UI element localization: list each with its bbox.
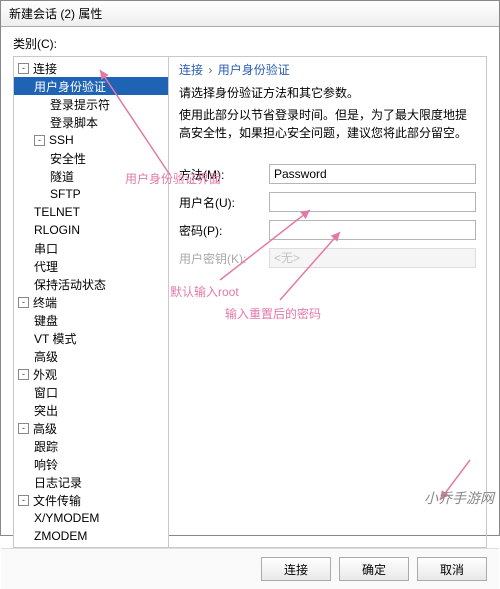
chevron-right-icon: › — [208, 63, 212, 77]
tree-tunnel[interactable]: 隧道 — [14, 167, 168, 185]
tree-ssh[interactable]: -SSH — [14, 131, 168, 149]
row-userkey: 用户密钥(K): <无> — [179, 248, 476, 268]
tree-label: VT 模式 — [34, 330, 76, 347]
tree-label: 响铃 — [34, 456, 58, 473]
tree-label: 键盘 — [34, 312, 58, 329]
tree-label: ZMODEM — [34, 529, 87, 543]
description-1: 请选择身份验证方法和其它参数。 — [179, 84, 476, 102]
tree-label: 跟踪 — [34, 438, 58, 455]
tree-label: 窗口 — [34, 384, 58, 401]
tree-advanced2[interactable]: -高级 — [14, 419, 168, 437]
userkey-select: <无> — [269, 248, 476, 268]
tree-label: 日志记录 — [34, 474, 82, 491]
main-row: -连接 用户身份验证 登录提示符 登录脚本 -SSH 安全性 隧道 SFTP T… — [13, 56, 487, 548]
tree-serial[interactable]: 串口 — [14, 239, 168, 257]
userkey-label: 用户密钥(K): — [179, 250, 269, 267]
tree-appearance[interactable]: -外观 — [14, 365, 168, 383]
tree-label: 登录提示符 — [50, 96, 110, 113]
row-password: 密码(P): — [179, 220, 476, 240]
tree-sftp[interactable]: SFTP — [14, 185, 168, 203]
tree-label: 突出 — [34, 402, 58, 419]
tree-label: SFTP — [50, 187, 81, 201]
dialog-content: 类别(C): -连接 用户身份验证 登录提示符 登录脚本 -SSH 安全性 隧道… — [1, 27, 499, 548]
properties-dialog: 新建会话 (2) 属性 类别(C): -连接 用户身份验证 登录提示符 登录脚本… — [0, 0, 500, 536]
method-select[interactable]: Password — [269, 164, 476, 184]
tree-proxy[interactable]: 代理 — [14, 257, 168, 275]
tree-label: 登录脚本 — [50, 114, 98, 131]
tree-trace[interactable]: 跟踪 — [14, 437, 168, 455]
tree-label: 安全性 — [50, 150, 86, 167]
breadcrumb-current: 用户身份验证 — [218, 63, 290, 77]
tree-vt-mode[interactable]: VT 模式 — [14, 329, 168, 347]
tree-logging[interactable]: 日志记录 — [14, 473, 168, 491]
tree-rlogin[interactable]: RLOGIN — [14, 221, 168, 239]
collapse-icon[interactable]: - — [18, 369, 29, 380]
username-label: 用户名(U): — [179, 194, 269, 211]
tree-bell[interactable]: 响铃 — [14, 455, 168, 473]
tree-login-script[interactable]: 登录脚本 — [14, 113, 168, 131]
username-input[interactable] — [269, 192, 476, 212]
collapse-icon[interactable]: - — [34, 135, 45, 146]
tree-file-transfer[interactable]: -文件传输 — [14, 491, 168, 509]
tree-label: 高级 — [33, 420, 57, 437]
category-label: 类别(C): — [13, 35, 487, 52]
description-2: 使用此部分以节省登录时间。但是，为了最大限度地提高安全性，如果担心安全问题，建议… — [179, 106, 476, 142]
tree-label: 代理 — [34, 258, 58, 275]
tree-xymodem[interactable]: X/YMODEM — [14, 509, 168, 527]
collapse-icon[interactable]: - — [18, 63, 29, 74]
tree-label: 高级 — [34, 348, 58, 365]
tree-label: RLOGIN — [34, 223, 80, 237]
tree-window[interactable]: 窗口 — [14, 383, 168, 401]
dialog-titlebar: 新建会话 (2) 属性 — [1, 1, 499, 27]
password-input[interactable] — [269, 220, 476, 240]
breadcrumb-root[interactable]: 连接 — [179, 63, 203, 77]
row-method: 方法(M): Password — [179, 164, 476, 184]
category-tree[interactable]: -连接 用户身份验证 登录提示符 登录脚本 -SSH 安全性 隧道 SFTP T… — [14, 57, 169, 547]
tree-label: 用户身份验证 — [34, 78, 106, 95]
collapse-icon[interactable]: - — [18, 297, 29, 308]
tree-highlight[interactable]: 突出 — [14, 401, 168, 419]
tree-label: SSH — [49, 133, 74, 147]
method-label: 方法(M): — [179, 166, 269, 183]
connect-button[interactable]: 连接 — [261, 557, 331, 581]
tree-connection[interactable]: -连接 — [14, 59, 168, 77]
tree-label: 终端 — [33, 294, 57, 311]
tree-telnet[interactable]: TELNET — [14, 203, 168, 221]
tree-label: X/YMODEM — [34, 511, 99, 525]
tree-label: 保持活动状态 — [34, 276, 106, 293]
tree-user-auth[interactable]: 用户身份验证 — [14, 77, 168, 95]
collapse-icon[interactable]: - — [18, 495, 29, 506]
tree-label: 外观 — [33, 366, 57, 383]
tree-label: 隧道 — [50, 168, 74, 185]
tree-keepalive[interactable]: 保持活动状态 — [14, 275, 168, 293]
tree-keyboard[interactable]: 键盘 — [14, 311, 168, 329]
row-username: 用户名(U): — [179, 192, 476, 212]
breadcrumb: 连接 › 用户身份验证 — [179, 61, 476, 78]
right-pane: 连接 › 用户身份验证 请选择身份验证方法和其它参数。 使用此部分以节省登录时间… — [169, 57, 486, 547]
tree-label: 文件传输 — [33, 492, 81, 509]
tree-security[interactable]: 安全性 — [14, 149, 168, 167]
tree-terminal[interactable]: -终端 — [14, 293, 168, 311]
password-label: 密码(P): — [179, 222, 269, 239]
collapse-icon[interactable]: - — [18, 423, 29, 434]
ok-button[interactable]: 确定 — [339, 557, 409, 581]
tree-label: 连接 — [33, 60, 57, 77]
tree-label: 串口 — [34, 240, 58, 257]
dialog-footer: 连接 确定 取消 — [1, 548, 499, 589]
cancel-button[interactable]: 取消 — [417, 557, 487, 581]
tree-zmodem[interactable]: ZMODEM — [14, 527, 168, 545]
tree-advanced[interactable]: 高级 — [14, 347, 168, 365]
tree-login-prompt[interactable]: 登录提示符 — [14, 95, 168, 113]
tree-label: TELNET — [34, 205, 80, 219]
